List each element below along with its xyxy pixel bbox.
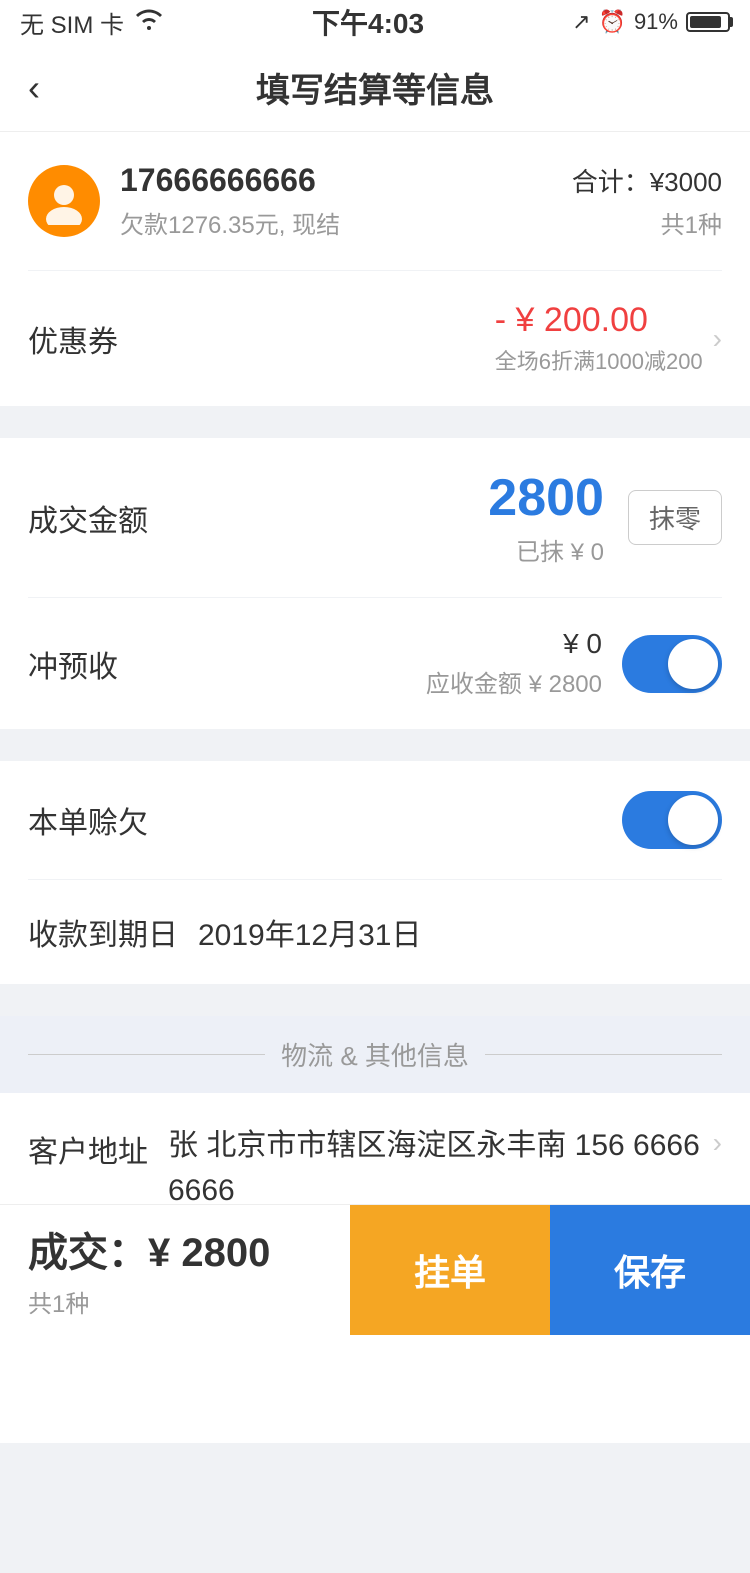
- bottom-deal-text: 成交：¥ 2800: [28, 1220, 322, 1278]
- nav-bar: ‹ 填写结算等信息: [0, 44, 750, 132]
- credit-toggle[interactable]: [622, 791, 722, 849]
- total-amount: 合计：¥3000: [572, 162, 722, 199]
- logistics-line-left: [28, 1054, 265, 1055]
- customer-debt: 欠款1276.35元, 现结: [120, 205, 340, 240]
- toggle-knob: [668, 639, 718, 689]
- already-zero-text: 已抹 ¥ 0: [488, 532, 604, 567]
- credit-card: 本单赊欠 收款到期日 2019年12月31日: [0, 761, 750, 984]
- save-button[interactable]: 保存: [550, 1205, 750, 1335]
- bottom-bar: 成交：¥ 2800 共1种 挂单 保存: [0, 1204, 750, 1334]
- page-title: 填写结算等信息: [256, 63, 494, 112]
- location-icon: ↗: [572, 9, 590, 35]
- logistics-line-right: [485, 1054, 722, 1055]
- prepay-toggle[interactable]: [622, 635, 722, 693]
- customer-info: 17666666666 欠款1276.35元, 现结: [120, 162, 340, 240]
- bottom-summary: 成交：¥ 2800 共1种: [0, 1220, 350, 1319]
- carrier-text: 无 SIM 卡: [20, 5, 124, 40]
- total-count: 共1种: [572, 205, 722, 240]
- customer-right: 合计：¥3000 共1种: [572, 162, 722, 240]
- back-button[interactable]: ‹: [28, 67, 40, 109]
- address-value: 张 北京市市辖区海淀区永丰南 156 6666 6666: [168, 1123, 713, 1213]
- amount-row: 成交金额 2800 已抹 ¥ 0 抹零: [0, 438, 750, 597]
- logistics-divider: 物流 & 其他信息: [0, 1016, 750, 1093]
- avatar: [28, 165, 100, 237]
- section-separator-1: [0, 422, 750, 438]
- amount-col: 2800 已抹 ¥ 0: [488, 468, 604, 567]
- customer-card: 17666666666 欠款1276.35元, 现结 合计：¥3000 共1种 …: [0, 132, 750, 406]
- coupon-label: 优惠券: [28, 317, 118, 361]
- customer-phone: 17666666666: [120, 162, 340, 199]
- status-bar: 无 SIM 卡 下午4:03 ↗ ⏰ 91%: [0, 0, 750, 44]
- content-area: 17666666666 欠款1276.35元, 现结 合计：¥3000 共1种 …: [0, 132, 750, 1573]
- bottom-deal-label: 成交：: [28, 1231, 148, 1275]
- wifi-icon: [134, 8, 164, 37]
- duedate-label: 收款到期日: [28, 910, 178, 954]
- credit-toggle-knob: [668, 795, 718, 845]
- customer-left: 17666666666 欠款1276.35元, 现结: [28, 162, 340, 240]
- section-separator-3: [0, 1000, 750, 1016]
- coupon-chevron-icon: ›: [713, 323, 722, 355]
- deal-amount-value: 2800: [488, 468, 604, 528]
- prepay-row: 冲预收 ¥ 0 应收金额 ¥ 2800: [0, 598, 750, 729]
- prepay-right: ¥ 0 应收金额 ¥ 2800: [426, 628, 722, 699]
- credit-row: 本单赊欠: [0, 761, 750, 879]
- address-label: 客户地址: [28, 1123, 148, 1171]
- hold-button[interactable]: 挂单: [350, 1205, 550, 1335]
- prepay-value: ¥ 0: [426, 628, 602, 660]
- coupon-right: - ¥ 200.00 全场6折满1000减200 ›: [495, 301, 722, 376]
- prepay-label: 冲预收: [28, 642, 118, 686]
- battery-icon: [686, 12, 730, 32]
- battery-percent: 91%: [634, 9, 678, 35]
- customer-row: 17666666666 欠款1276.35元, 现结 合计：¥3000 共1种: [0, 132, 750, 270]
- duedate-row: 收款到期日 2019年12月31日: [0, 880, 750, 984]
- address-chevron-icon: ›: [713, 1123, 722, 1159]
- coupon-amount: - ¥ 200.00: [495, 301, 703, 340]
- prepay-info: ¥ 0 应收金额 ¥ 2800: [426, 628, 602, 699]
- alarm-icon: ⏰: [599, 9, 626, 35]
- logistics-label: 物流 & 其他信息: [281, 1036, 469, 1073]
- prepay-sub: 应收金额 ¥ 2800: [426, 664, 602, 699]
- amount-right: 2800 已抹 ¥ 0 抹零: [488, 468, 722, 567]
- time-text: 下午4:03: [312, 2, 424, 42]
- round-zero-button[interactable]: 抹零: [628, 490, 722, 545]
- duedate-value: 2019年12月31日: [198, 910, 421, 954]
- deal-amount-label: 成交金额: [28, 496, 148, 540]
- coupon-desc: 全场6折满1000减200: [495, 344, 703, 376]
- section-separator-2: [0, 745, 750, 761]
- coupon-info: - ¥ 200.00 全场6折满1000减200: [495, 301, 703, 376]
- coupon-row[interactable]: 优惠券 - ¥ 200.00 全场6折满1000减200 ›: [0, 271, 750, 406]
- bottom-count-text: 共1种: [28, 1284, 322, 1319]
- credit-label: 本单赊欠: [28, 798, 148, 842]
- deal-amount-card: 成交金额 2800 已抹 ¥ 0 抹零 冲预收 ¥ 0 应收金额 ¥ 2800: [0, 438, 750, 729]
- bottom-deal-amount: ¥ 2800: [148, 1231, 270, 1275]
